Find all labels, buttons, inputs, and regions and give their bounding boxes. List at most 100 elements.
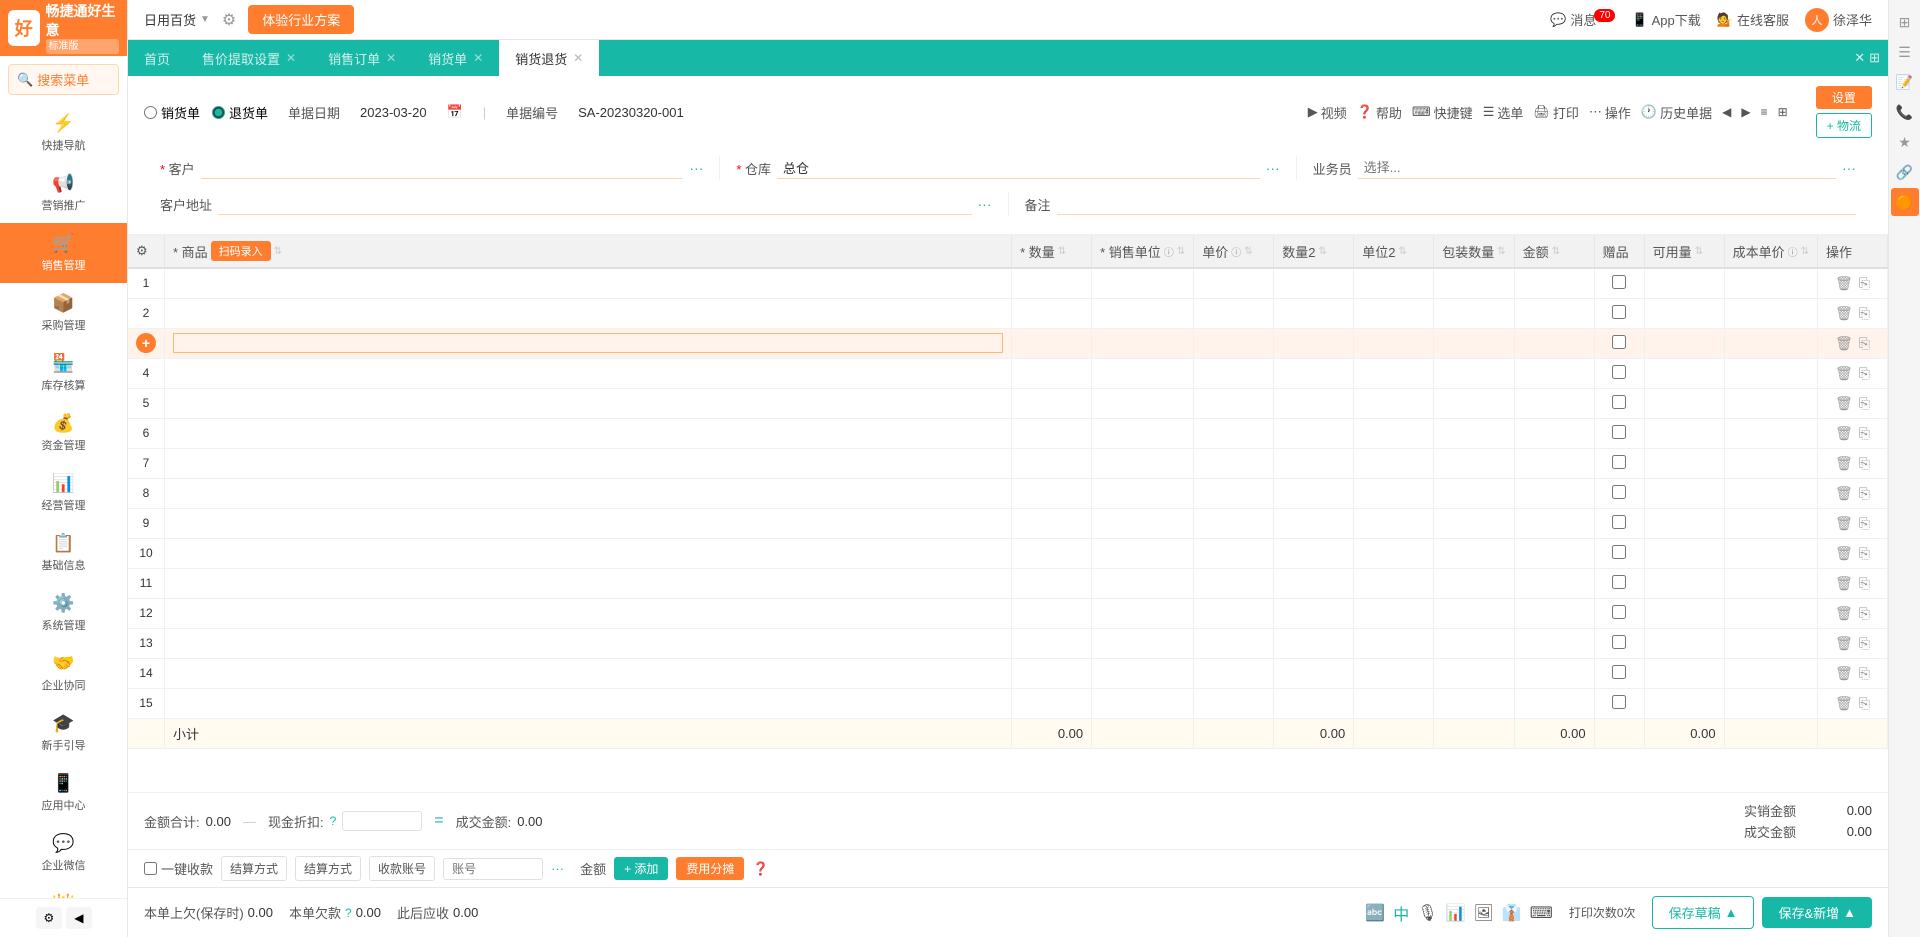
amount-cell[interactable]: [1514, 688, 1594, 718]
price-info-icon[interactable]: ⓘ: [1231, 244, 1241, 259]
amount-cell[interactable]: [1514, 328, 1594, 358]
product-cell[interactable]: [165, 628, 1012, 658]
unit2-cell[interactable]: [1354, 328, 1434, 358]
product-cell[interactable]: [165, 508, 1012, 538]
pkg-cell[interactable]: [1434, 298, 1514, 328]
copy-row-icon[interactable]: ⎘: [1859, 485, 1870, 502]
price-cell[interactable]: [1194, 268, 1274, 298]
taskbar-icon-7[interactable]: ⌨: [1530, 903, 1553, 923]
qty-cell[interactable]: [1012, 688, 1092, 718]
cost-cell[interactable]: [1724, 508, 1817, 538]
gift-checkbox[interactable]: [1612, 335, 1626, 349]
pkg-cell[interactable]: [1434, 328, 1514, 358]
qty-cell[interactable]: [1012, 508, 1092, 538]
product-cell[interactable]: [165, 328, 1012, 358]
pkg-cell[interactable]: [1434, 388, 1514, 418]
gift-checkbox[interactable]: [1612, 545, 1626, 559]
maximize-icon[interactable]: ⊞: [1869, 50, 1880, 66]
product-cell[interactable]: [165, 298, 1012, 328]
available-cell[interactable]: [1644, 358, 1724, 388]
right-btn-star[interactable]: ★: [1891, 128, 1919, 156]
pkg-cell[interactable]: [1434, 568, 1514, 598]
price-cell[interactable]: [1194, 328, 1274, 358]
taskbar-icon-3[interactable]: 🎙: [1417, 903, 1437, 923]
product-cell[interactable]: [165, 478, 1012, 508]
pkg-cell[interactable]: [1434, 268, 1514, 298]
unit-cell[interactable]: [1092, 388, 1194, 418]
cost-cell[interactable]: [1724, 538, 1817, 568]
help-toolbar-item[interactable]: ❓ 帮助: [1357, 103, 1402, 122]
sort-avail-icon[interactable]: ⇅: [1695, 246, 1703, 257]
unit2-cell[interactable]: [1354, 358, 1434, 388]
amount-cell[interactable]: [1514, 448, 1594, 478]
unit2-cell[interactable]: [1354, 628, 1434, 658]
gift-checkbox[interactable]: [1612, 275, 1626, 289]
unit-cell[interactable]: [1092, 478, 1194, 508]
taskbar-icon-4[interactable]: 📊: [1446, 903, 1466, 923]
unit-info-icon[interactable]: ⓘ: [1164, 244, 1174, 259]
cost-cell[interactable]: [1724, 448, 1817, 478]
pkg-cell[interactable]: [1434, 688, 1514, 718]
right-btn-list[interactable]: ☰: [1891, 38, 1919, 66]
tab-close-sales-delivery[interactable]: ✕: [473, 51, 483, 65]
user-profile[interactable]: 人 徐泽华: [1805, 8, 1872, 32]
scan-input-button[interactable]: 扫码录入: [211, 241, 271, 261]
delete-row-icon[interactable]: 🗑: [1835, 335, 1853, 352]
cost-info-icon[interactable]: ⓘ: [1788, 244, 1798, 259]
sort-pkg-icon[interactable]: ⇅: [1497, 246, 1505, 257]
print-toolbar-item[interactable]: 🖨 打印: [1533, 103, 1579, 122]
available-cell[interactable]: [1644, 388, 1724, 418]
sidebar-item-finance[interactable]: 💰 资金管理: [0, 403, 127, 463]
amount-cell[interactable]: [1514, 598, 1594, 628]
tab-close-sales-order[interactable]: ✕: [386, 51, 396, 65]
gift-checkbox[interactable]: [1612, 305, 1626, 319]
qty2-cell[interactable]: [1274, 568, 1354, 598]
copy-row-icon[interactable]: ⎘: [1859, 605, 1870, 622]
right-btn-note[interactable]: 📝: [1891, 68, 1919, 96]
unit2-cell[interactable]: [1354, 388, 1434, 418]
discount-input[interactable]: [342, 811, 422, 831]
copy-row-icon[interactable]: ⎘: [1859, 515, 1870, 532]
search-menu-button[interactable]: 🔍 搜索菜单: [8, 64, 119, 95]
operate-toolbar-item[interactable]: ⋯ 操作: [1589, 103, 1631, 122]
summary-method-btn[interactable]: 结算方式: [295, 856, 361, 881]
tab-close-sales-return[interactable]: ✕: [573, 51, 583, 65]
product-cell[interactable]: [165, 418, 1012, 448]
right-btn-active[interactable]: 🟠: [1891, 188, 1919, 216]
cost-cell[interactable]: [1724, 688, 1817, 718]
sidebar-item-marketing[interactable]: 📢 营销推广: [0, 163, 127, 223]
warehouse-select-icon[interactable]: ···: [1266, 160, 1280, 176]
logistics-btn[interactable]: + 物流: [1816, 113, 1872, 138]
cost-cell[interactable]: [1724, 568, 1817, 598]
amount-cell[interactable]: [1514, 418, 1594, 448]
amount-cell[interactable]: [1514, 268, 1594, 298]
sidebar-item-purchase[interactable]: 📦 采购管理: [0, 283, 127, 343]
tab-sales-order[interactable]: 销售订单 ✕: [312, 40, 412, 76]
price-cell[interactable]: [1194, 658, 1274, 688]
amount-cell[interactable]: [1514, 358, 1594, 388]
pkg-cell[interactable]: [1434, 358, 1514, 388]
shortcut-toolbar-item[interactable]: ⌨ 快捷键: [1412, 103, 1473, 122]
cost-cell[interactable]: [1724, 598, 1817, 628]
amount-cell[interactable]: [1514, 478, 1594, 508]
product-cell[interactable]: [165, 268, 1012, 298]
available-cell[interactable]: [1644, 328, 1724, 358]
tab-home[interactable]: 首页: [128, 40, 186, 76]
qty2-cell[interactable]: [1274, 268, 1354, 298]
customer-input[interactable]: [201, 157, 684, 179]
pkg-cell[interactable]: [1434, 658, 1514, 688]
right-btn-phone[interactable]: 📞: [1891, 98, 1919, 126]
copy-row-icon[interactable]: ⎘: [1859, 695, 1870, 712]
unit2-cell[interactable]: [1354, 418, 1434, 448]
cost-cell[interactable]: [1724, 298, 1817, 328]
unit-cell[interactable]: [1092, 328, 1194, 358]
topbar-settings-icon[interactable]: ⚙: [222, 10, 236, 30]
cost-cell[interactable]: [1724, 658, 1817, 688]
unit2-cell[interactable]: [1354, 598, 1434, 628]
sort-amount-icon[interactable]: ⇅: [1552, 246, 1560, 257]
unit-cell[interactable]: [1092, 568, 1194, 598]
unit2-cell[interactable]: [1354, 688, 1434, 718]
select-toolbar-item[interactable]: ☰ 选单: [1483, 103, 1524, 122]
delete-row-icon[interactable]: 🗑: [1835, 275, 1853, 292]
gift-checkbox[interactable]: [1612, 665, 1626, 679]
